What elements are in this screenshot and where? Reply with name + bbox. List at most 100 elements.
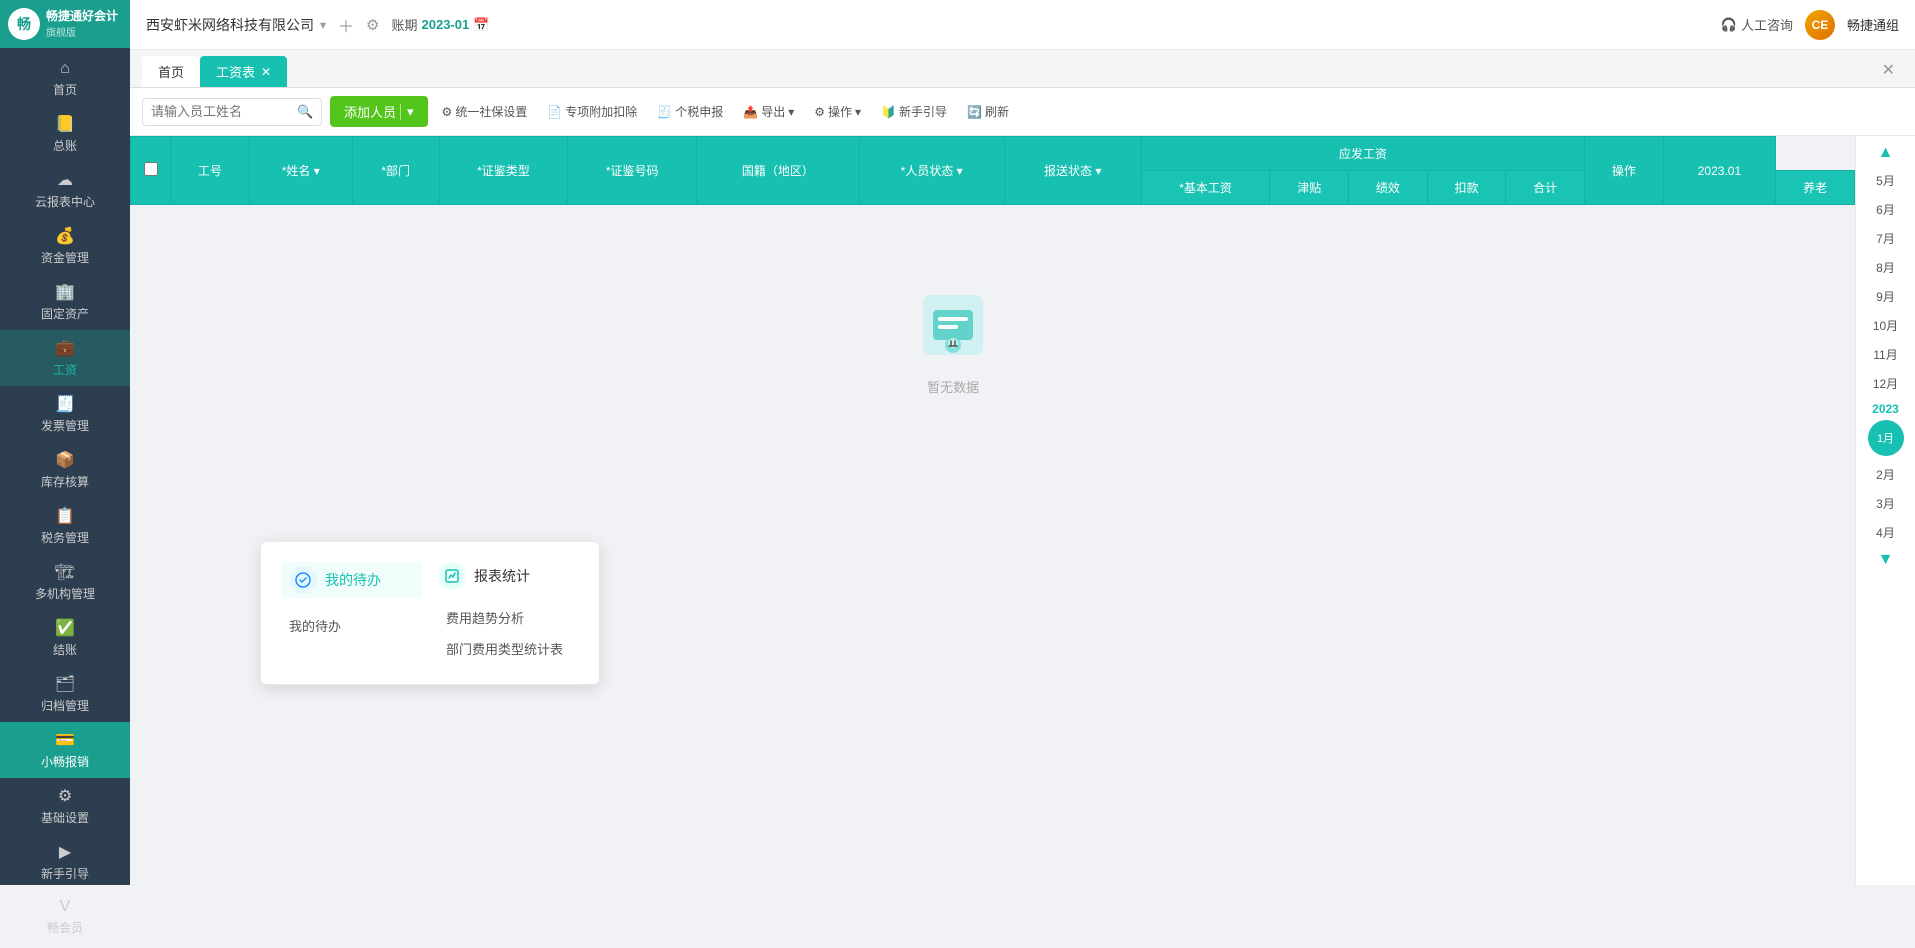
right-calendar-panel: ▲ 5月 6月 7月 8月 9月 10月 11月 12月 2023 1月 2月 … <box>1855 136 1915 885</box>
personal-tax-action[interactable]: 🧾 个税申报 <box>651 103 729 120</box>
calendar-month-10[interactable]: 10月 <box>1856 311 1915 340</box>
table-container: 工号 *姓名 ▾ *部门 *证鉴类型 *证鉴号码 国籍（地区） *人员状态 ▾ … <box>130 136 1855 885</box>
sidebar-item-salary[interactable]: 💼 工资 <box>0 330 130 386</box>
todo-icon <box>289 566 317 594</box>
guide-label: 新手引导 <box>899 103 947 120</box>
popup-report-label: 报表统计 <box>474 566 530 586</box>
calendar-month-12[interactable]: 12月 <box>1856 369 1915 398</box>
status-header: *人员状态 ▾ <box>859 137 1004 205</box>
id-type-header: *证鉴类型 <box>439 137 568 205</box>
empty-state: 暂无数据 <box>131 205 1776 476</box>
calendar-down-nav[interactable]: ▼ <box>1874 547 1898 573</box>
sidebar-item-tax[interactable]: 📋 税务管理 <box>0 498 130 554</box>
tab-home-label: 首页 <box>158 62 184 81</box>
sidebar-item-ledger[interactable]: 📒 总账 <box>0 106 130 162</box>
customer-service-btn[interactable]: 🎧 人工咨询 <box>1721 15 1793 34</box>
sidebar-item-member[interactable]: V 畅会员 <box>0 890 130 944</box>
calendar-month-9[interactable]: 9月 <box>1856 282 1915 311</box>
calendar-month-6[interactable]: 6月 <box>1856 195 1915 224</box>
tab-close-icon[interactable]: ✕ <box>261 65 271 79</box>
ledger-icon: 📒 <box>55 114 75 134</box>
sidebar-item-archive[interactable]: 🗂 归档管理 <box>0 666 130 722</box>
company-selector[interactable]: 西安虾米网络科技有限公司 ▾ <box>146 15 326 35</box>
header-actions: 🎧 人工咨询 CE 畅捷通组 <box>1721 10 1899 40</box>
sidebar-label-multi-org: 多机构管理 <box>35 585 95 602</box>
company-name: 西安虾米网络科技有限公司 <box>146 15 314 35</box>
popup-section-todo: 我的待办 我的待办 <box>281 562 422 664</box>
add-dropdown-arrow[interactable]: ▾ <box>400 104 414 120</box>
basic-salary-header: *基本工资 <box>1141 171 1270 205</box>
popup-todo-label: 我的待办 <box>325 570 381 590</box>
tab-home[interactable]: 首页 <box>142 56 200 87</box>
select-all-checkbox[interactable] <box>144 162 158 176</box>
sidebar-label-settings: 基础设置 <box>41 809 89 826</box>
chevron-down-icon: ▾ <box>320 18 326 32</box>
inventory-icon: 📦 <box>55 450 75 470</box>
social-security-action[interactable]: ⚙ 统一社保设置 <box>436 103 534 120</box>
tab-salary[interactable]: 工资表 ✕ <box>200 56 287 87</box>
calendar-year-2023: 2023 <box>1856 398 1915 420</box>
calendar-up-nav[interactable]: ▲ <box>1874 140 1898 166</box>
add-company-icon[interactable]: ＋ <box>338 13 354 37</box>
popup-todo-title[interactable]: 我的待办 <box>281 562 422 598</box>
calendar-month-11[interactable]: 11月 <box>1856 340 1915 369</box>
select-all-header <box>131 137 171 205</box>
guide-toolbar-icon: 🔰 <box>881 105 896 119</box>
user-avatar[interactable]: CE <box>1805 10 1835 40</box>
popup-report-item-1[interactable]: 费用趋势分析 <box>438 602 579 633</box>
calendar-month-4[interactable]: 4月 <box>1856 518 1915 547</box>
sidebar-nav: ⌂ 首页 📒 总账 ☁ 云报表中心 💰 资金管理 🏢 固定资产 💼 工资 🧾 发… <box>0 48 130 948</box>
calendar-month-2[interactable]: 2月 <box>1856 460 1915 489</box>
operations-action[interactable]: ⚙ 操作 ▾ <box>808 103 867 120</box>
export-action[interactable]: 📤 导出 ▾ <box>737 103 800 120</box>
popup-grid: 我的待办 我的待办 报表统计 费用趋势分析 <box>281 562 579 664</box>
calendar-month-8[interactable]: 8月 <box>1856 253 1915 282</box>
period-label: 账期 <box>392 15 418 34</box>
app-logo[interactable]: 畅 畅捷通好会计 旗舰版 <box>0 0 130 48</box>
operations-header: 操作 <box>1585 137 1664 205</box>
popup-report-title[interactable]: 报表统计 <box>438 562 579 590</box>
calendar-month-3[interactable]: 3月 <box>1856 489 1915 518</box>
close-window-icon[interactable]: ✕ <box>1882 62 1895 79</box>
salary-group-header: 应发工资 <box>1141 137 1584 171</box>
sidebar-label-guide: 新手引导 <box>41 865 89 882</box>
empty-state-icon <box>913 285 993 365</box>
sidebar-item-inventory[interactable]: 📦 库存核算 <box>0 442 130 498</box>
popup-report-item-2[interactable]: 部门费用类型统计表 <box>438 633 579 664</box>
salary-table: 工号 *姓名 ▾ *部门 *证鉴类型 *证鉴号码 国籍（地区） *人员状态 ▾ … <box>130 136 1855 476</box>
search-icon: 🔍 <box>297 104 313 120</box>
sidebar-item-home[interactable]: ⌂ 首页 <box>0 52 130 106</box>
special-deduct-action[interactable]: 📄 专项附加扣除 <box>541 103 643 120</box>
sidebar-item-fund[interactable]: 💰 资金管理 <box>0 218 130 274</box>
calendar-icon[interactable]: 📅 <box>473 17 489 33</box>
settings-icon: ⚙ <box>58 786 72 806</box>
sidebar-item-basic-settings[interactable]: ⚙ 基础设置 <box>0 778 130 834</box>
operations-icon: ⚙ <box>814 105 825 119</box>
add-person-button[interactable]: 添加人员 ▾ <box>330 96 428 127</box>
calendar-month-1-active[interactable]: 1月 <box>1868 420 1904 456</box>
search-input-wrapper[interactable]: 🔍 <box>142 98 322 126</box>
sidebar-item-invoice[interactable]: 🧾 发票管理 <box>0 386 130 442</box>
salary-icon: 💼 <box>55 338 75 358</box>
report-icon <box>438 562 466 590</box>
calendar-month-5[interactable]: 5月 <box>1856 166 1915 195</box>
sidebar-item-settlement[interactable]: ✅ 结账 <box>0 610 130 666</box>
sidebar-item-cloud-report[interactable]: ☁ 云报表中心 <box>0 162 130 218</box>
year-column-header: 2023.01 <box>1663 137 1776 205</box>
sidebar-item-expense[interactable]: 💳 小畅报销 <box>0 722 130 778</box>
popup-todo-item[interactable]: 我的待办 <box>281 610 422 641</box>
home-icon: ⌂ <box>60 60 70 78</box>
period-info: 账期 2023-01 📅 <box>392 15 490 34</box>
guide-action[interactable]: 🔰 新手引导 <box>875 103 953 120</box>
sidebar-item-multi-org[interactable]: 🏗 多机构管理 <box>0 554 130 610</box>
sidebar-item-guide[interactable]: ▶ 新手引导 <box>0 834 130 890</box>
refresh-action[interactable]: 🔄 刷新 <box>961 103 1015 120</box>
settings-icon[interactable]: ⚙ <box>366 16 379 34</box>
performance-header: 绩效 <box>1349 171 1428 205</box>
search-input[interactable] <box>151 104 291 119</box>
member-icon: V <box>60 898 71 916</box>
sidebar-item-fixed-assets[interactable]: 🏢 固定资产 <box>0 274 130 330</box>
logo-text: 畅捷通好会计 <box>46 9 118 23</box>
id-no-header: *证鉴号码 <box>568 137 697 205</box>
calendar-month-7[interactable]: 7月 <box>1856 224 1915 253</box>
